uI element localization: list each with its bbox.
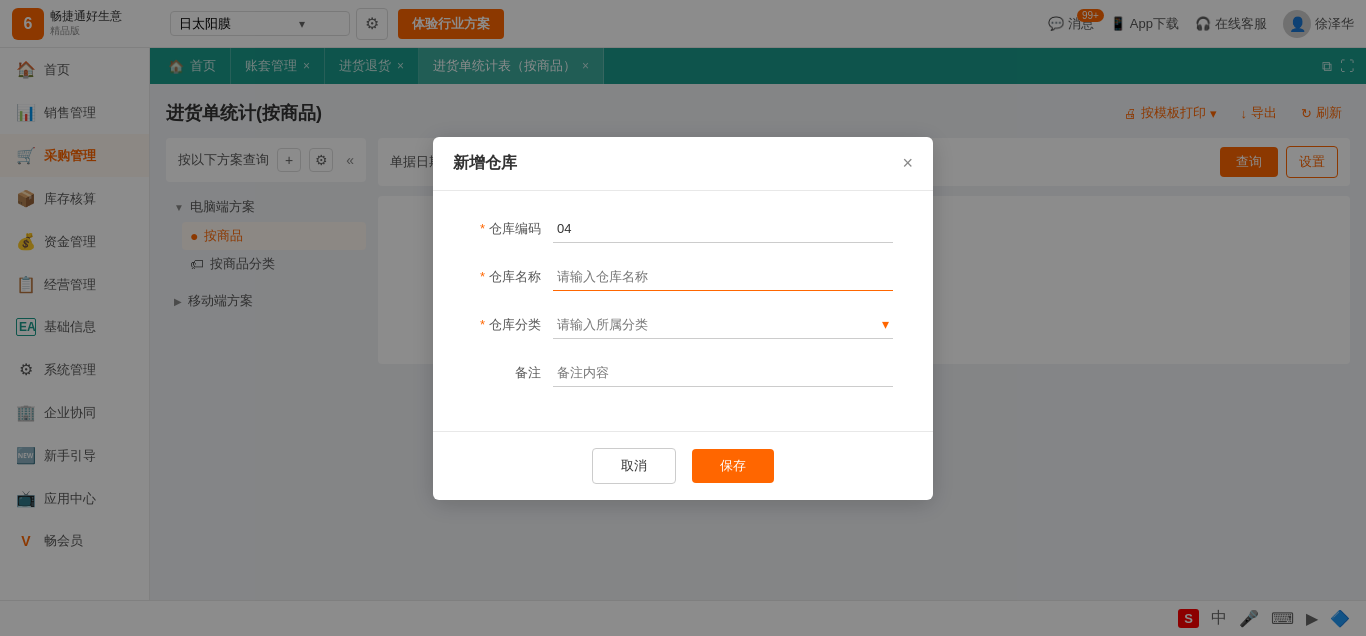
category-select-wrapper: ▾ — [553, 311, 893, 339]
cancel-btn[interactable]: 取消 — [592, 448, 676, 484]
note-label: 备注 — [473, 364, 553, 382]
note-input[interactable] — [553, 359, 893, 387]
modal-title: 新增仓库 — [453, 153, 517, 174]
category-label: 仓库分类 — [473, 316, 553, 334]
category-dropdown-icon[interactable]: ▾ — [882, 316, 893, 332]
modal-header: 新增仓库 × — [433, 137, 933, 191]
name-label: 仓库名称 — [473, 268, 553, 286]
category-input[interactable] — [553, 311, 882, 338]
name-input[interactable] — [553, 263, 893, 291]
code-label: 仓库编码 — [473, 220, 553, 238]
modal-footer: 取消 保存 — [433, 431, 933, 500]
form-row-category: 仓库分类 ▾ — [473, 311, 893, 339]
form-row-note: 备注 — [473, 359, 893, 387]
form-row-name: 仓库名称 — [473, 263, 893, 291]
modal-overlay: 新增仓库 × 仓库编码 仓库名称 仓库分类 ▾ — [0, 0, 1366, 636]
save-btn[interactable]: 保存 — [692, 449, 774, 483]
new-warehouse-modal: 新增仓库 × 仓库编码 仓库名称 仓库分类 ▾ — [433, 137, 933, 500]
code-input[interactable] — [553, 215, 893, 243]
modal-body: 仓库编码 仓库名称 仓库分类 ▾ 备注 — [433, 191, 933, 431]
modal-close-btn[interactable]: × — [902, 153, 913, 174]
form-row-code: 仓库编码 — [473, 215, 893, 243]
